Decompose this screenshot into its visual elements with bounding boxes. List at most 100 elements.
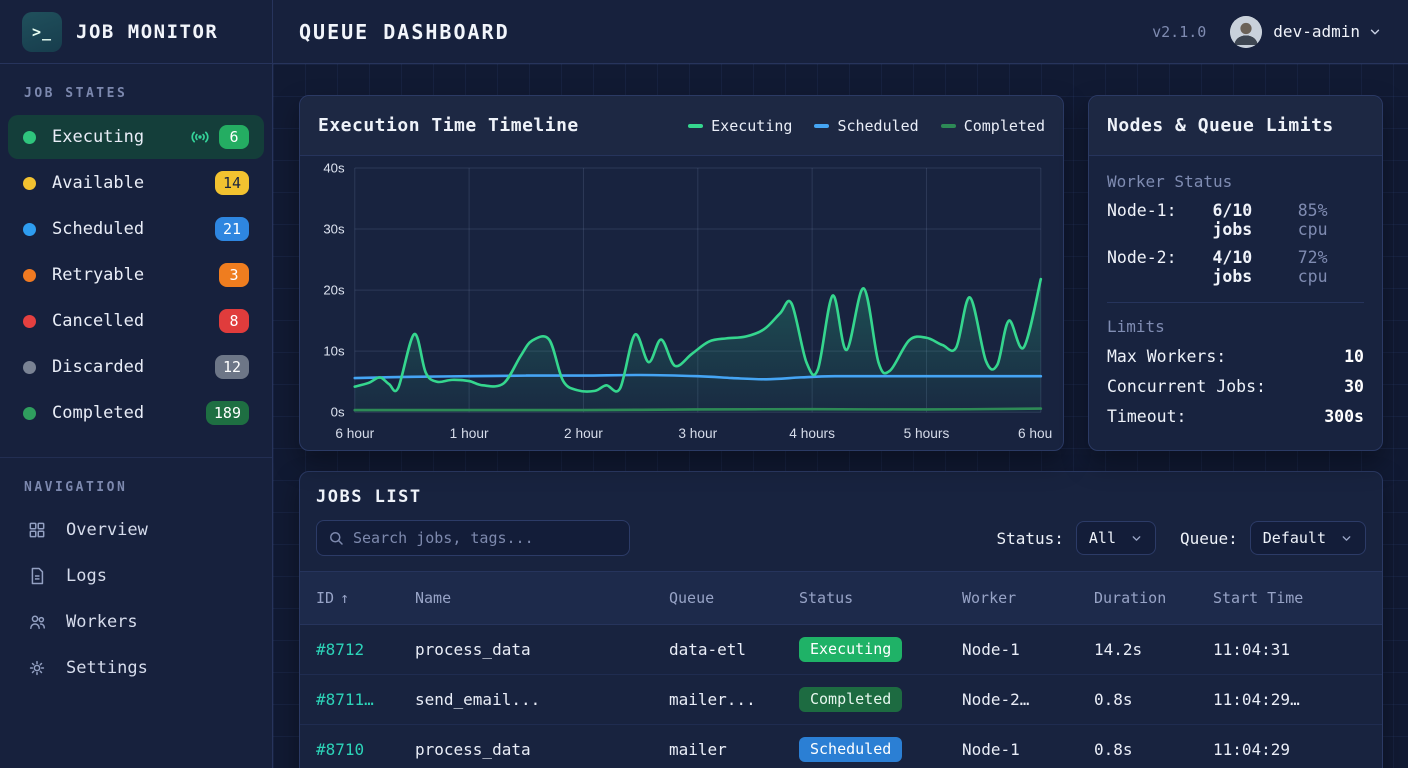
svg-text:0s: 0s xyxy=(331,405,345,420)
queue-filter-select[interactable]: Default xyxy=(1249,521,1366,555)
status-badge: Completed xyxy=(799,687,903,712)
table-row[interactable]: #8712 process_data data-etl Executing Node-1… xyxy=(300,625,1382,675)
nodes-card-title: Nodes & Queue Limits xyxy=(1107,115,1334,136)
nodes-limits-card: Nodes & Queue Limits Worker Status Node-… xyxy=(1088,95,1383,451)
cell-job-id[interactable]: #8712 xyxy=(300,640,415,659)
cell-queue: mailer... xyxy=(669,690,756,709)
app-root: >_ JOB MONITOR QUEUE DASHBOARD v2.1.0 de… xyxy=(0,0,1408,768)
state-label: Discarded xyxy=(52,357,145,377)
cell-job-name: process_data xyxy=(415,740,531,759)
sidebar-item-scheduled[interactable]: Scheduled 21 xyxy=(8,207,264,251)
state-count-badge: 12 xyxy=(214,355,249,379)
live-icon xyxy=(189,129,211,145)
table-row[interactable]: #8711… send_email... mailer... Completed Nod… xyxy=(300,675,1382,725)
svg-text:6 hours: 6 hours xyxy=(1018,426,1053,441)
sidebar-item-retryable[interactable]: Retryable 3 xyxy=(8,253,264,297)
job-states-section-label: JOB STATES xyxy=(24,86,128,101)
limit-row: Timeout: 300s xyxy=(1107,407,1364,426)
limits-rows: Max Workers: 10 Concurrent Jobs: 30 Timeout:… xyxy=(1107,347,1364,426)
limit-value: 10 xyxy=(1344,347,1364,366)
limits-label: Limits xyxy=(1107,317,1165,336)
status-filter-select[interactable]: All xyxy=(1075,521,1156,555)
cell-start-time: 11:04:31 xyxy=(1213,640,1291,659)
sidebar-item-overview[interactable]: Overview xyxy=(0,507,272,553)
chart-legend: Executing Scheduled Completed xyxy=(688,117,1045,135)
chevron-down-icon[interactable] xyxy=(1368,25,1382,39)
column-header-start-time[interactable]: Start Time xyxy=(1213,589,1382,607)
column-header-status[interactable]: Status xyxy=(799,589,962,607)
column-header-id[interactable]: ID ↑ xyxy=(300,589,415,607)
jobs-controls: Status: All Queue: Default xyxy=(316,520,1366,556)
nav-label: Settings xyxy=(66,658,148,678)
timeline-card-title: Execution Time Timeline xyxy=(318,115,579,136)
cell-duration: 0.8s xyxy=(1094,690,1133,709)
cell-status: Scheduled xyxy=(799,737,962,762)
queue-filter-label: Queue: xyxy=(1179,528,1238,548)
svg-text:20s: 20s xyxy=(323,283,345,298)
sidebar-item-completed[interactable]: Completed 189 xyxy=(8,391,264,435)
sidebar-item-available[interactable]: Available 14 xyxy=(8,161,264,205)
cell-status: Executing xyxy=(799,637,962,662)
worker-name: Node-2: xyxy=(1107,248,1177,267)
logo-glyph: >_ xyxy=(31,22,53,41)
sidebar-item-discarded[interactable]: Discarded 12 xyxy=(8,345,264,389)
sidebar-item-workers[interactable]: Workers xyxy=(0,599,272,645)
queue-filter-value: Default xyxy=(1262,529,1326,547)
nav-label: Overview xyxy=(66,520,148,540)
svg-text:10s: 10s xyxy=(323,344,345,359)
worker-status-label: Worker Status xyxy=(1107,172,1233,191)
column-header-name[interactable]: Name xyxy=(415,589,669,607)
cell-job-id[interactable]: #8710 xyxy=(300,740,415,759)
legend-swatch xyxy=(940,123,956,128)
status-badge: Executing xyxy=(799,637,903,662)
cell-job-name: process_data xyxy=(415,640,531,659)
state-dot xyxy=(23,406,36,420)
avatar[interactable] xyxy=(1230,15,1263,48)
cell-worker: Node-1 xyxy=(962,740,1020,759)
state-label: Scheduled xyxy=(52,219,145,239)
limit-value: 300s xyxy=(1324,407,1364,426)
job-states-list: Executing 6 Available 14 Scheduled 21 Retryabl… xyxy=(0,113,272,437)
state-count-badge: 189 xyxy=(205,401,249,425)
sidebar-item-logs[interactable]: Logs xyxy=(0,553,272,599)
worker-cpu: 85% cpu xyxy=(1297,201,1328,239)
table-row[interactable]: #8710 process_data mailer Scheduled Node-1 0.… xyxy=(300,725,1382,768)
sort-arrow-icon: ↑ xyxy=(340,589,350,607)
worker-status-row: Node-2: 4/10 jobs 72% cpu xyxy=(1107,248,1364,286)
filters: Status: All Queue: Default xyxy=(996,521,1366,555)
legend-item-executing[interactable]: Executing xyxy=(688,117,792,135)
state-label: Cancelled xyxy=(52,311,145,331)
cell-queue: mailer xyxy=(669,740,727,759)
column-header-worker[interactable]: Worker xyxy=(962,589,1094,607)
cell-worker: Node-2… xyxy=(962,690,1030,709)
legend-swatch xyxy=(688,123,704,128)
sidebar-item-settings[interactable]: Settings xyxy=(0,645,272,691)
column-header-queue[interactable]: Queue xyxy=(669,589,799,607)
user-menu-label[interactable]: dev-admin xyxy=(1273,22,1360,41)
sidebar-item-cancelled[interactable]: Cancelled 8 xyxy=(8,299,264,343)
column-header-duration[interactable]: Duration xyxy=(1094,589,1213,607)
limit-value: 30 xyxy=(1344,377,1364,396)
limit-label: Max Workers: xyxy=(1107,347,1227,366)
cell-duration: 14.2s xyxy=(1094,640,1143,659)
worker-cpu: 72% cpu xyxy=(1297,248,1328,286)
search-input[interactable] xyxy=(316,520,630,556)
state-dot xyxy=(23,222,36,236)
legend-item-completed[interactable]: Completed xyxy=(940,117,1045,135)
worker-status-row: Node-1: 6/10 jobs 85% cpu xyxy=(1107,201,1364,239)
state-count-badge: 21 xyxy=(214,217,249,241)
state-count-badge: 8 xyxy=(219,309,249,333)
cell-duration: 0.8s xyxy=(1094,740,1133,759)
sidebar-item-executing[interactable]: Executing 6 xyxy=(8,115,264,159)
cell-job-id[interactable]: #8711… xyxy=(300,690,415,709)
cell-start-time: 11:04:29 xyxy=(1213,740,1291,759)
search-box xyxy=(316,520,630,556)
legend-item-scheduled[interactable]: Scheduled xyxy=(814,117,919,135)
status-filter-label: Status: xyxy=(996,528,1064,548)
legend-swatch xyxy=(814,123,830,128)
app-title: JOB MONITOR xyxy=(76,20,219,43)
svg-text:6 hour: 6 hour xyxy=(335,426,374,441)
cell-job-name: send_email... xyxy=(415,690,541,709)
sidebar: JOB STATES Executing 6 Available 14 Schedule… xyxy=(0,64,273,768)
nav-label: Workers xyxy=(66,612,138,632)
